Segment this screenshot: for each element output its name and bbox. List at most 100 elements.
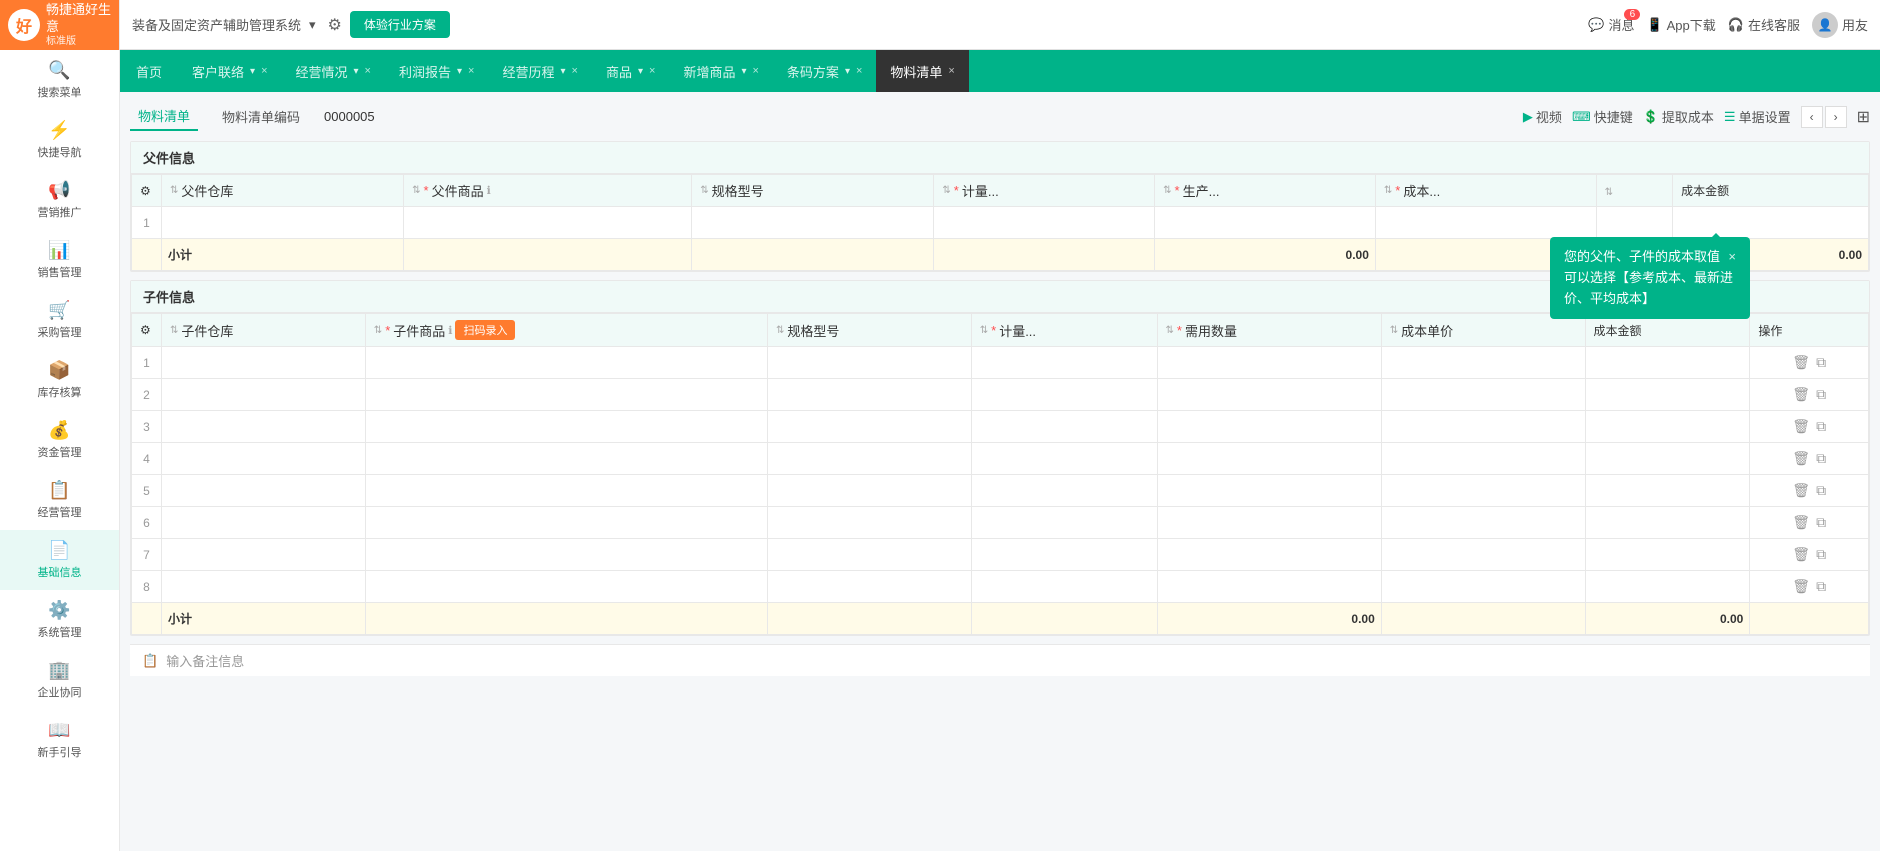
shortcut-action[interactable]: ⌨ 快捷键	[1572, 107, 1633, 126]
sidebar-item-enterprise[interactable]: 🏢 企业协同	[0, 650, 119, 710]
child-unit-price-cell[interactable]	[1381, 475, 1585, 507]
parent-warehouse-cell[interactable]	[162, 207, 404, 239]
child-unit-price-cell[interactable]	[1381, 379, 1585, 411]
child-spec-cell[interactable]	[767, 507, 971, 539]
tab-close-icon[interactable]: ×	[948, 65, 954, 77]
copy-icon[interactable]: ⧉	[1816, 514, 1826, 531]
child-unit-price-cell[interactable]	[1381, 443, 1585, 475]
child-quantity-cell[interactable]	[1157, 411, 1381, 443]
delete-icon[interactable]: 🗑	[1792, 450, 1810, 467]
child-goods-cell[interactable]	[365, 379, 767, 411]
child-warehouse-cell[interactable]	[162, 475, 366, 507]
sidebar-item-marketing[interactable]: 📢 营销推广	[0, 170, 119, 230]
sidebar-item-inventory[interactable]: 📦 库存核算	[0, 350, 119, 410]
child-unit-price-cell[interactable]	[1381, 539, 1585, 571]
child-goods-cell[interactable]	[365, 411, 767, 443]
tab-barcode[interactable]: 条码方案 ▾ ×	[773, 50, 876, 92]
sidebar-item-system[interactable]: ⚙️ 系统管理	[0, 590, 119, 650]
copy-icon[interactable]: ⧉	[1816, 546, 1826, 563]
child-quantity-cell[interactable]	[1157, 443, 1381, 475]
child-goods-cell[interactable]	[365, 539, 767, 571]
child-unit-price-cell[interactable]	[1381, 571, 1585, 603]
message-button[interactable]: 💬 消息 6	[1588, 15, 1634, 34]
child-quantity-cell[interactable]	[1157, 571, 1381, 603]
sidebar-item-search[interactable]: 🔍 搜索菜单	[0, 50, 119, 110]
child-warehouse-cell[interactable]	[162, 379, 366, 411]
child-quantity-cell[interactable]	[1157, 347, 1381, 379]
child-goods-cell[interactable]	[365, 475, 767, 507]
tab-operations[interactable]: 经营情况 ▾ ×	[282, 50, 385, 92]
sidebar-item-operations[interactable]: 📋 经营管理	[0, 470, 119, 530]
parent-spec-cell[interactable]	[692, 207, 934, 239]
user-button[interactable]: 👤 用友	[1812, 12, 1868, 38]
child-spec-cell[interactable]	[767, 539, 971, 571]
tooltip-close-button[interactable]: ×	[1728, 247, 1736, 268]
tab-close-icon[interactable]: ×	[649, 65, 655, 77]
online-service-button[interactable]: 🎧 在线客服	[1728, 15, 1800, 34]
child-quantity-cell[interactable]	[1157, 539, 1381, 571]
sub-tab-list[interactable]: 物料清单	[130, 102, 198, 131]
child-spec-cell[interactable]	[767, 379, 971, 411]
single-settings-action[interactable]: ☰ 单据设置	[1724, 107, 1791, 126]
child-unit-cell[interactable]	[971, 571, 1157, 603]
view-action[interactable]: ▶ 视频	[1523, 107, 1562, 126]
sidebar-item-purchase[interactable]: 🛒 采购管理	[0, 290, 119, 350]
delete-icon[interactable]: 🗑	[1792, 354, 1810, 371]
copy-icon[interactable]: ⧉	[1816, 386, 1826, 403]
child-unit-price-cell[interactable]	[1381, 411, 1585, 443]
child-warehouse-cell[interactable]	[162, 571, 366, 603]
child-goods-cell[interactable]	[365, 571, 767, 603]
tab-close-icon[interactable]: ×	[261, 65, 267, 77]
child-goods-cell[interactable]	[365, 347, 767, 379]
child-unit-cell[interactable]	[971, 539, 1157, 571]
parent-goods-cell[interactable]	[404, 207, 692, 239]
tab-history[interactable]: 经营历程 ▾ ×	[488, 50, 591, 92]
next-arrow[interactable]: ›	[1825, 106, 1847, 128]
child-unit-price-cell[interactable]	[1381, 347, 1585, 379]
child-warehouse-cell[interactable]	[162, 347, 366, 379]
child-warehouse-cell[interactable]	[162, 443, 366, 475]
tab-new-goods[interactable]: 新增商品 ▾ ×	[669, 50, 772, 92]
child-goods-cell[interactable]	[365, 443, 767, 475]
copy-icon[interactable]: ⧉	[1816, 450, 1826, 467]
tab-profit[interactable]: 利润报告 ▾ ×	[385, 50, 488, 92]
child-spec-cell[interactable]	[767, 443, 971, 475]
child-unit-price-cell[interactable]	[1381, 507, 1585, 539]
app-download-button[interactable]: 📱 App下载	[1646, 15, 1715, 34]
th-child-settings[interactable]: ⚙	[132, 314, 162, 347]
delete-icon[interactable]: 🗑	[1792, 482, 1810, 499]
topbar-settings-icon[interactable]: ⚙	[328, 15, 342, 35]
sidebar-item-basic-info[interactable]: 📄 基础信息	[0, 530, 119, 590]
sidebar-item-finance[interactable]: 💰 资金管理	[0, 410, 119, 470]
scan-button[interactable]: 扫码录入	[455, 320, 515, 340]
child-spec-cell[interactable]	[767, 571, 971, 603]
delete-icon[interactable]: 🗑	[1792, 578, 1810, 595]
tab-close-icon[interactable]: ×	[365, 65, 371, 77]
child-goods-cell[interactable]	[365, 507, 767, 539]
tab-close-icon[interactable]: ×	[468, 65, 474, 77]
child-unit-cell[interactable]	[971, 507, 1157, 539]
tab-bom[interactable]: 物料清单 ×	[876, 50, 968, 92]
child-quantity-cell[interactable]	[1157, 475, 1381, 507]
delete-icon[interactable]: 🗑	[1792, 514, 1810, 531]
child-unit-cell[interactable]	[971, 443, 1157, 475]
child-unit-cell[interactable]	[971, 411, 1157, 443]
sidebar-item-sales[interactable]: 📊 销售管理	[0, 230, 119, 290]
sidebar-item-guide[interactable]: 📖 新手引导	[0, 710, 119, 770]
child-quantity-cell[interactable]	[1157, 507, 1381, 539]
parent-unit-cell[interactable]	[934, 207, 1155, 239]
sidebar-item-quick-nav[interactable]: ⚡ 快捷导航	[0, 110, 119, 170]
child-unit-cell[interactable]	[971, 347, 1157, 379]
child-unit-cell[interactable]	[971, 379, 1157, 411]
child-warehouse-cell[interactable]	[162, 411, 366, 443]
tab-goods[interactable]: 商品 ▾ ×	[592, 50, 669, 92]
copy-icon[interactable]: ⧉	[1816, 482, 1826, 499]
extract-cost-action[interactable]: 💲 提取成本	[1643, 107, 1714, 126]
delete-icon[interactable]: 🗑	[1792, 386, 1810, 403]
parent-cost-cell[interactable]	[1375, 207, 1596, 239]
tab-close-icon[interactable]: ×	[572, 65, 578, 77]
child-warehouse-cell[interactable]	[162, 539, 366, 571]
child-spec-cell[interactable]	[767, 411, 971, 443]
copy-icon[interactable]: ⧉	[1816, 354, 1826, 371]
parent-production-cell[interactable]	[1155, 207, 1376, 239]
